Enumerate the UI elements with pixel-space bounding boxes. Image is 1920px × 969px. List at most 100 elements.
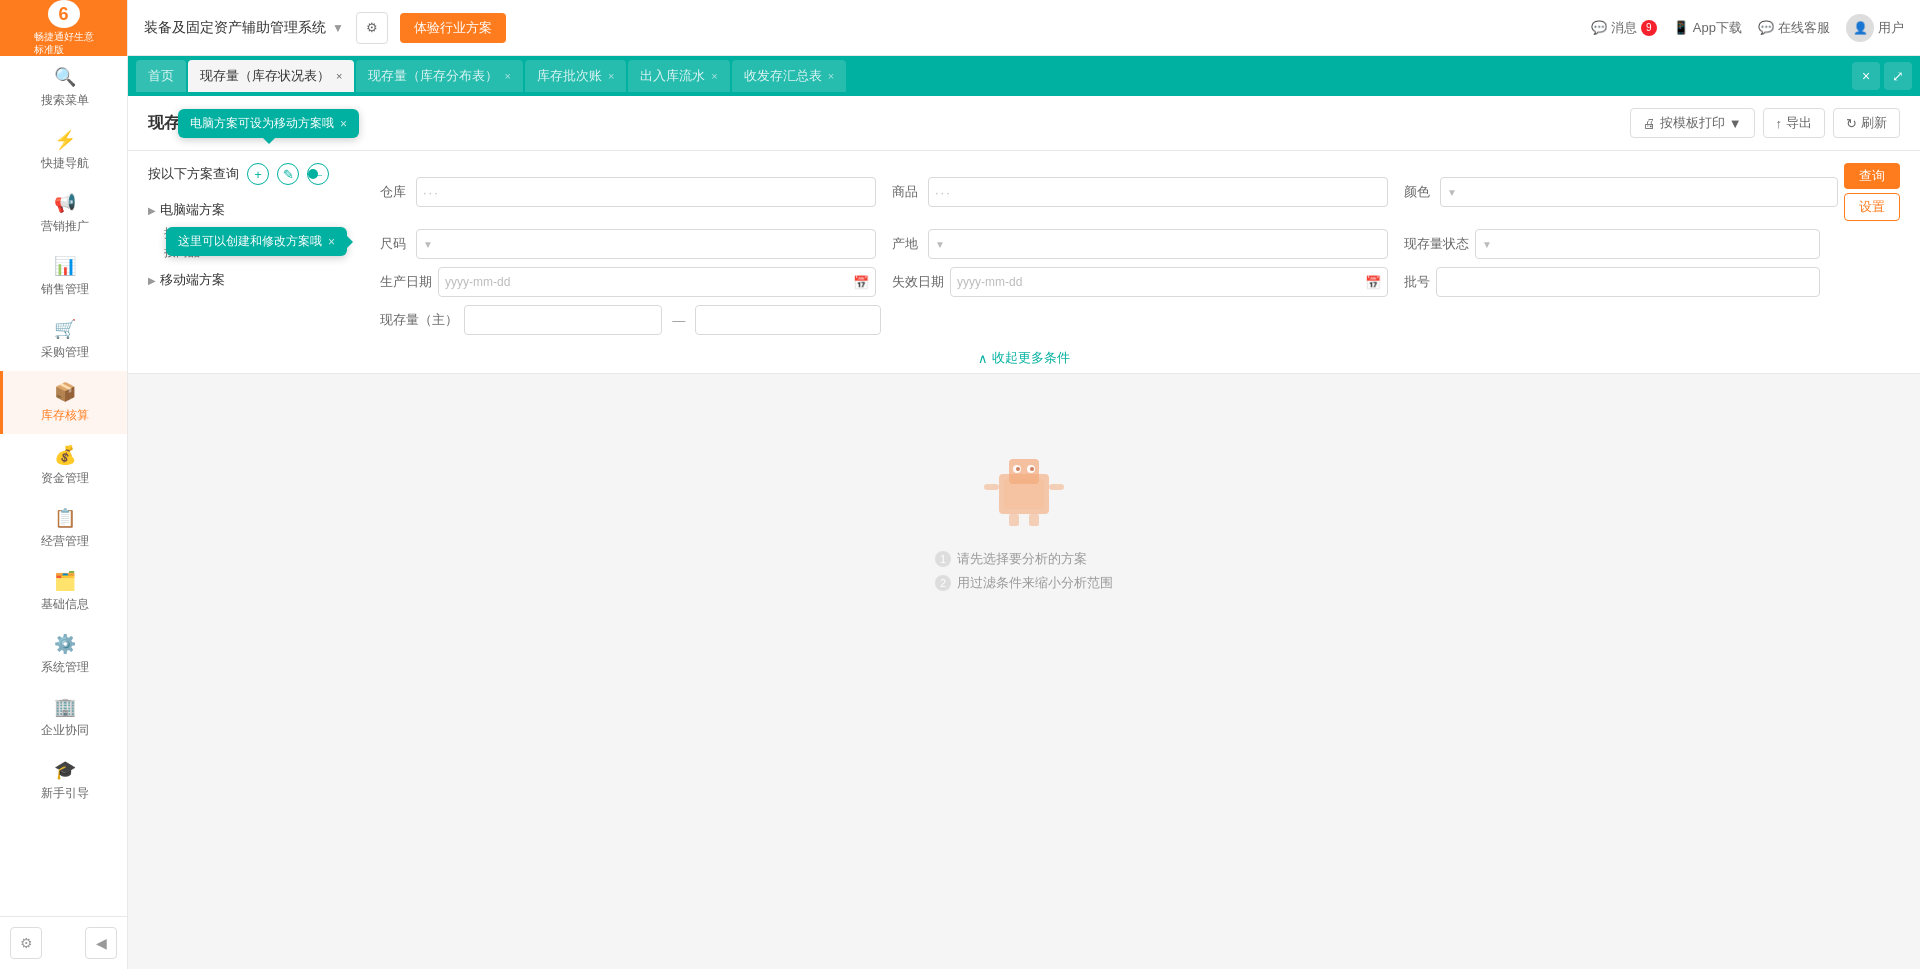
tip-num-1: 1	[935, 551, 951, 567]
message-button[interactable]: 💬 消息 9	[1591, 19, 1657, 37]
collapse-up-icon: ∧	[978, 351, 988, 366]
export-button[interactable]: ↑ 导出	[1763, 108, 1826, 138]
sidebar-item-basic[interactable]: 🗂️ 基础信息	[0, 560, 127, 623]
tab-inventory-status-close[interactable]: ×	[336, 70, 342, 82]
tooltip2-close[interactable]: ×	[328, 235, 335, 249]
stock-qty-min-input[interactable]	[464, 305, 662, 335]
guide-icon: 🎓	[54, 759, 76, 781]
sidebar-item-operation[interactable]: 📋 经营管理	[0, 497, 127, 560]
tab-inventory-dist-close[interactable]: ×	[504, 70, 510, 82]
collapse-bar[interactable]: ∧ 收起更多条件	[148, 343, 1900, 373]
sidebar-label-basic: 基础信息	[41, 596, 89, 613]
color-select[interactable]: ▼	[1440, 177, 1838, 207]
sidebar-item-finance[interactable]: 💰 资金管理	[0, 434, 127, 497]
add-scheme-button[interactable]: +	[247, 163, 269, 185]
logo-icon: 6	[48, 0, 80, 28]
support-button[interactable]: 💬 在线客服	[1758, 19, 1830, 37]
finance-icon: 💰	[54, 444, 76, 466]
empty-tips: 1 请先选择要分析的方案 2 用过滤条件来缩小分析范围	[935, 550, 1113, 598]
message-badge: 9	[1641, 20, 1657, 36]
filter-color-row: 颜色 ▼ 查询 设置	[1404, 163, 1900, 221]
export-icon: ↑	[1776, 116, 1783, 131]
sidebar: 6 畅捷通好生意 标准版 🔍 搜索菜单 ⚡ 快捷导航 📢 营销推广 📊 销售管理…	[0, 0, 128, 969]
size-select[interactable]: ▼	[416, 229, 876, 259]
main-content: 装备及固定资产辅助管理系统 ▼ ⚙ 体验行业方案 💬 消息 9 📱 App下载 …	[128, 0, 1920, 969]
scheme-group-mobile[interactable]: ▶ 移动端方案	[148, 267, 368, 293]
sidebar-item-enterprise[interactable]: 🏢 企业协同	[0, 686, 127, 749]
batch-input[interactable]	[1436, 267, 1820, 297]
expiry-date-label: 失效日期	[892, 273, 944, 291]
industry-button[interactable]: 体验行业方案	[400, 13, 506, 43]
tip-num-2: 2	[935, 575, 951, 591]
warehouse-select[interactable]: ···	[416, 177, 876, 207]
filter-goods: 商品 ···	[892, 177, 1388, 207]
tab-inout[interactable]: 出入库流水 ×	[628, 60, 729, 92]
sidebar-item-marketing[interactable]: 📢 营销推广	[0, 182, 127, 245]
tab-batch-close[interactable]: ×	[608, 70, 614, 82]
sidebar-item-guide[interactable]: 🎓 新手引导	[0, 749, 127, 812]
sidebar-bottom: ⚙ ◀	[0, 916, 127, 969]
edit-scheme-button[interactable]: ✎	[277, 163, 299, 185]
tab-inout-close[interactable]: ×	[711, 70, 717, 82]
tip-1-text: 请先选择要分析的方案	[957, 550, 1087, 568]
svg-point-6	[1030, 467, 1034, 471]
tab-batch[interactable]: 库存批次账 ×	[525, 60, 626, 92]
print-label: 按模板打印	[1660, 114, 1725, 132]
tab-home[interactable]: 首页	[136, 60, 186, 92]
filter-batch: 批号	[1404, 267, 1900, 297]
maximize-button[interactable]: ⤢	[1884, 62, 1912, 90]
triangle-icon: ▶	[148, 205, 156, 216]
scheme-mobile-label: 移动端方案	[160, 271, 225, 289]
sidebar-item-purchase[interactable]: 🛒 采购管理	[0, 308, 127, 371]
marketing-icon: 📢	[54, 192, 76, 214]
search-button[interactable]: 查询	[1844, 163, 1900, 189]
sidebar-label-purchase: 采购管理	[41, 344, 89, 361]
production-date-label: 生产日期	[380, 273, 432, 291]
print-icon: 🖨	[1643, 116, 1656, 131]
scheme-tree: ▶ 电脑端方案 这里可以创建和修改方案哦 × 按预设 按商品 ▶ 移动端方案	[148, 197, 368, 293]
expiry-date-input[interactable]: yyyy-mm-dd 📅	[950, 267, 1388, 297]
triangle-icon2: ▶	[148, 275, 156, 286]
gear-button[interactable]: ⚙	[356, 12, 388, 44]
support-icon: 💬	[1758, 20, 1774, 35]
stock-qty-label: 现存量（主）	[380, 311, 458, 329]
tooltip1-close[interactable]: ×	[340, 117, 347, 131]
tooltip-desktop-scheme: 电脑方案可设为移动方案哦 ×	[178, 109, 359, 138]
settings-button[interactable]: ⚙	[10, 927, 42, 959]
tab-inventory-status[interactable]: 现存量（库存状况表） ×	[188, 60, 354, 92]
tab-bar-controls: × ⤢	[1852, 62, 1912, 90]
tab-inventory-dist[interactable]: 现存量（库存分布表） ×	[356, 60, 522, 92]
sidebar-item-sales[interactable]: 📊 销售管理	[0, 245, 127, 308]
message-label: 消息	[1611, 19, 1637, 37]
svg-rect-2	[1009, 459, 1039, 484]
sidebar-item-quick[interactable]: ⚡ 快捷导航	[0, 119, 127, 182]
sidebar-item-inventory[interactable]: 📦 库存核算	[0, 371, 127, 434]
scheme-group-desktop[interactable]: ▶ 电脑端方案	[148, 197, 368, 223]
origin-label: 产地	[892, 235, 922, 253]
app-download-button[interactable]: 📱 App下载	[1673, 19, 1742, 37]
message-icon: 💬	[1591, 20, 1607, 35]
empty-state: 1 请先选择要分析的方案 2 用过滤条件来缩小分析范围	[128, 374, 1920, 658]
basic-icon: 🗂️	[54, 570, 76, 592]
tab-collect[interactable]: 收发存汇总表 ×	[732, 60, 846, 92]
production-date-input[interactable]: yyyy-mm-dd 📅	[438, 267, 876, 297]
filter-origin: 产地 ▼	[892, 229, 1388, 259]
close-tab-button[interactable]: ×	[1852, 62, 1880, 90]
sidebar-item-search[interactable]: 🔍 搜索菜单	[0, 56, 127, 119]
tab-collect-close[interactable]: ×	[828, 70, 834, 82]
collapse-sidebar-button[interactable]: ◀	[85, 927, 117, 959]
origin-select[interactable]: ▼	[928, 229, 1388, 259]
reset-button[interactable]: 设置	[1844, 193, 1900, 221]
tooltip1-text: 电脑方案可设为移动方案哦	[190, 115, 334, 132]
svg-point-5	[1016, 467, 1020, 471]
stock-status-select[interactable]: ▼	[1475, 229, 1820, 259]
user-button[interactable]: 👤 用户	[1846, 14, 1904, 42]
sidebar-label-finance: 资金管理	[41, 470, 89, 487]
batch-label: 批号	[1404, 273, 1430, 291]
print-button[interactable]: 🖨 按模板打印 ▼	[1630, 108, 1755, 138]
sidebar-item-system[interactable]: ⚙️ 系统管理	[0, 623, 127, 686]
sidebar-label-search: 搜索菜单	[41, 92, 89, 109]
goods-select[interactable]: ···	[928, 177, 1388, 207]
refresh-button[interactable]: ↻ 刷新	[1833, 108, 1900, 138]
stock-qty-max-input[interactable]	[695, 305, 881, 335]
